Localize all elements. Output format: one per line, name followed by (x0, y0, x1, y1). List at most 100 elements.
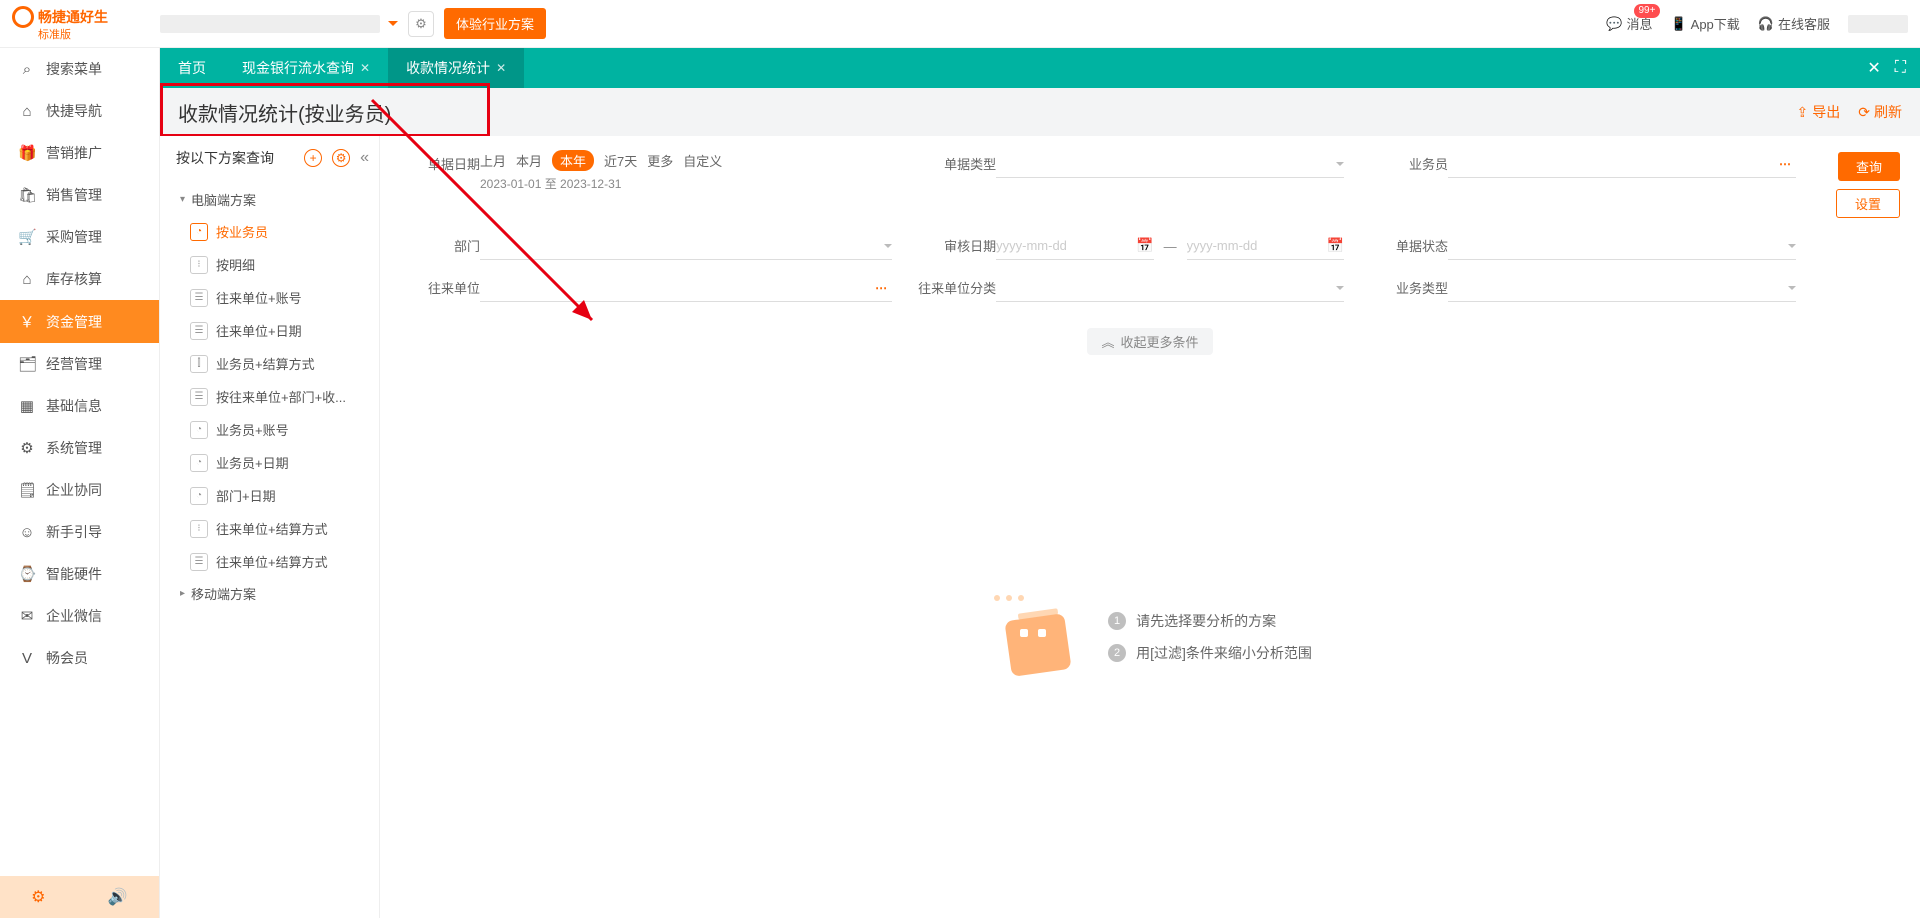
app-download-button[interactable]: 📱 App下载 (1670, 14, 1739, 33)
sidebar-item[interactable]: ⌂库存核算 (0, 258, 159, 300)
sidebar-item[interactable]: 🗂经营管理 (0, 343, 159, 385)
date-quick-item[interactable]: 近7天 (604, 151, 637, 170)
refresh-button[interactable]: ⟳刷新 (1858, 102, 1902, 122)
partner-select[interactable]: ⋯ (480, 274, 892, 302)
user-placeholder[interactable] (1848, 15, 1908, 33)
scheme-item-label: 按业务员 (216, 222, 268, 241)
scheme-item-icon: ⁝ (190, 256, 208, 274)
footer-sound-icon[interactable]: 🔊 (108, 887, 128, 907)
tab[interactable]: 现金银行流水查询✕ (224, 48, 388, 88)
scheme-item[interactable]: ◔ 按业务员 (160, 215, 379, 248)
scheme-item-icon: ☰ (190, 322, 208, 340)
sidebar-item[interactable]: ￥资金管理 (0, 300, 159, 343)
scheme-item[interactable]: ◔业务员+账号 (160, 413, 379, 446)
date-quick-item[interactable]: 自定义 (683, 151, 722, 170)
tab-close-icon[interactable]: ✕ (496, 61, 506, 75)
more-icon: ⋯ (1775, 157, 1796, 171)
sidebar-item[interactable]: ☺新手引导 (0, 511, 159, 553)
settings-button[interactable]: 设置 (1836, 189, 1900, 218)
date-quick-item[interactable]: 更多 (647, 151, 673, 170)
sidebar-item-label: 搜索菜单 (46, 59, 102, 79)
sidebar-item[interactable]: 🛍销售管理 (0, 174, 159, 216)
collapse-panel-icon[interactable]: « (360, 149, 369, 167)
scheme-item[interactable]: ⫿业务员+结算方式 (160, 347, 379, 380)
partner-cat-select[interactable] (996, 274, 1344, 302)
salesman-select[interactable]: ⋯ (1448, 150, 1796, 178)
date-quick-item[interactable]: 本年 (552, 150, 594, 171)
audit-date-from-input[interactable] (996, 238, 1132, 253)
date-quick-item[interactable]: 本月 (516, 151, 542, 170)
scheme-item-label: 部门+日期 (216, 486, 276, 505)
settings-icon-button[interactable]: ⚙ (408, 11, 434, 37)
scheme-item[interactable]: ◔业务员+日期 (160, 446, 379, 479)
empty-step-2: 2用[过滤]条件来缩小分析范围 (1108, 643, 1312, 663)
audit-date-to-input[interactable] (1187, 238, 1323, 253)
scheme-item[interactable]: ☰往来单位+账号 (160, 281, 379, 314)
sidebar-item-icon: ⌂ (18, 103, 36, 120)
scheme-settings-button[interactable]: ⚙ (332, 149, 350, 167)
app-download-label: App下载 (1691, 14, 1740, 33)
scheme-item[interactable]: ⁝往来单位+结算方式 (160, 512, 379, 545)
export-icon: ⇪ (1797, 104, 1809, 121)
scheme-item[interactable]: ⁝ 按明细 (160, 248, 379, 281)
sidebar-item[interactable]: ⌕搜索菜单 (0, 48, 159, 90)
scheme-item-label: 往来单位+日期 (216, 321, 302, 340)
filter-grid: 单据日期 上月本月本年近7天更多自定义 2023-01-01 至 2023-12… (380, 136, 1920, 324)
sidebar-item[interactable]: ⌂快捷导航 (0, 90, 159, 132)
scheme-group[interactable]: ▸移动端方案 (160, 578, 379, 609)
fullscreen-icon[interactable]: ⛶ (1895, 59, 1906, 77)
sidebar-item[interactable]: 🛒采购管理 (0, 216, 159, 258)
bill-type-select[interactable] (996, 150, 1344, 178)
salesman-label: 业务员 (1368, 150, 1448, 173)
add-scheme-button[interactable]: + (304, 149, 322, 167)
trial-button[interactable]: 体验行业方案 (444, 8, 546, 39)
scheme-item[interactable]: ☰往来单位+结算方式 (160, 545, 379, 578)
tab-close-icon[interactable]: ✕ (360, 61, 370, 75)
more-icon: ⋯ (871, 281, 892, 295)
sidebar-item-label: 企业微信 (46, 606, 102, 626)
tab[interactable]: 收款情况统计✕ (388, 48, 524, 88)
scheme-item-label: 业务员+日期 (216, 453, 289, 472)
caret-icon: ▸ (180, 588, 185, 599)
sidebar-item[interactable]: ⌚智能硬件 (0, 553, 159, 595)
scheme-item-label: 按明细 (216, 255, 255, 274)
messages-button[interactable]: 💬 消息 99+ (1606, 14, 1652, 33)
footer-gear-icon[interactable]: ⚙ (31, 887, 45, 907)
dept-select[interactable] (480, 232, 892, 260)
sidebar-item[interactable]: V畅会员 (0, 637, 159, 679)
scheme-item[interactable]: ◔部门+日期 (160, 479, 379, 512)
tab[interactable]: 首页 (160, 48, 224, 88)
query-button[interactable]: 查询 (1838, 152, 1900, 181)
scheme-item-icon: ◔ (190, 223, 208, 241)
scheme-item[interactable]: ☰按往来单位+部门+收... (160, 380, 379, 413)
result-zone: 1请先选择要分析的方案 2用[过滤]条件来缩小分析范围 (380, 355, 1920, 918)
calendar-icon: 📅 (1327, 237, 1344, 254)
sidebar-item[interactable]: ▦基础信息 (0, 385, 159, 427)
sidebar-item[interactable]: 🎁营销推广 (0, 132, 159, 174)
audit-date-to[interactable]: 📅 (1187, 232, 1344, 260)
sidebar-item-icon: ⌚ (18, 565, 36, 583)
scheme-group[interactable]: ▾电脑端方案 (160, 184, 379, 215)
sidebar-item[interactable]: ⚙系统管理 (0, 427, 159, 469)
audit-date-from[interactable]: 📅 (996, 232, 1153, 260)
collapse-conditions-button[interactable]: ︽ 收起更多条件 (1087, 328, 1212, 355)
top-header: 畅捷通好生 标准版 ⚙ 体验行业方案 💬 消息 99+ 📱 App下载 🎧 在线… (0, 0, 1920, 48)
sidebar-item-label: 基础信息 (46, 396, 102, 416)
logo-area: 畅捷通好生 标准版 (12, 6, 160, 42)
bill-status-select[interactable] (1448, 232, 1796, 260)
sidebar-item-label: 销售管理 (46, 185, 102, 205)
tabs-bar: 首页现金银行流水查询✕收款情况统计✕ ✕ ⛶ (160, 48, 1920, 88)
main-content: 按以下方案查询 + ⚙ « ▾电脑端方案◔按业务员⁝按明细☰往来单位+账号☰往来… (160, 136, 1920, 918)
export-button[interactable]: ⇪导出 (1797, 102, 1841, 122)
sidebar-item-icon: ✉ (18, 607, 36, 625)
scheme-panel: 按以下方案查询 + ⚙ « ▾电脑端方案◔按业务员⁝按明细☰往来单位+账号☰往来… (160, 136, 380, 918)
sidebar-item[interactable]: ✉ 企业微信 (0, 595, 159, 637)
biz-type-select[interactable] (1448, 274, 1796, 302)
tenant-switcher[interactable] (160, 15, 398, 33)
sidebar-item[interactable]: 🗒企业协同 (0, 469, 159, 511)
close-all-icon[interactable]: ✕ (1867, 58, 1880, 78)
scheme-item[interactable]: ☰ 往来单位+日期 (160, 314, 379, 347)
audit-date-label: 审核日期 (916, 232, 996, 255)
date-quick-item[interactable]: 上月 (480, 151, 506, 170)
online-service-button[interactable]: 🎧 在线客服 (1758, 14, 1830, 33)
